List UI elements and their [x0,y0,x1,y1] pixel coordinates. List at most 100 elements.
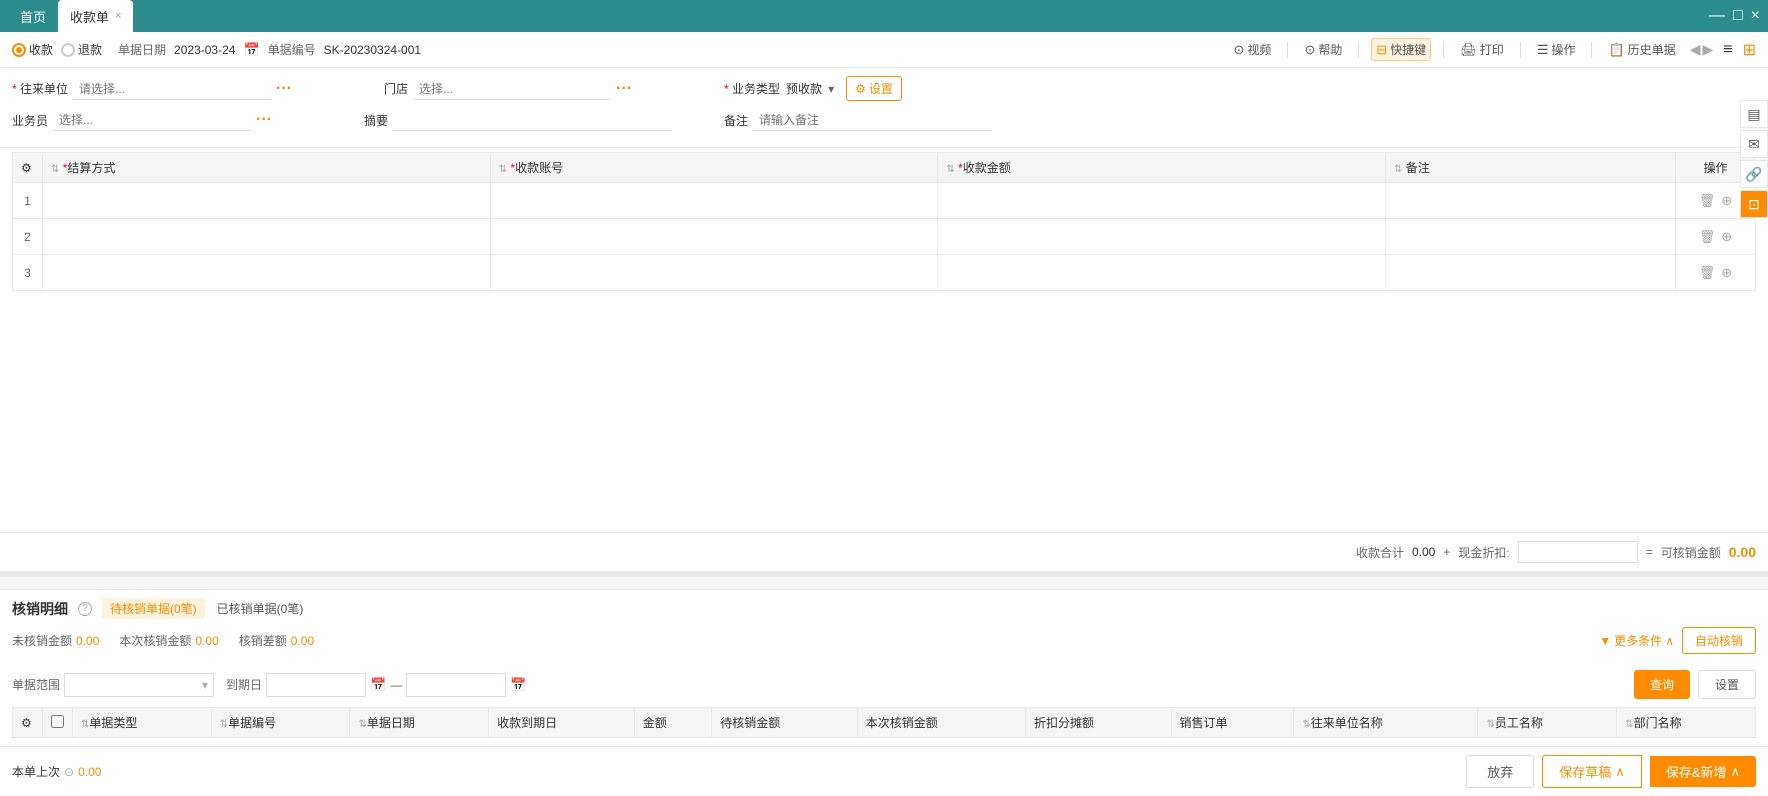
minimize-btn[interactable]: — [1709,7,1725,25]
unverified-stat: 未核销金额 0.00 [12,632,99,649]
salesperson-more-btn[interactable]: ··· [256,111,272,129]
store-more-btn[interactable]: ··· [616,80,632,98]
right-panel-btn-1[interactable]: ▤ [1740,100,1768,128]
delete-row-2-icon[interactable]: 🗑 [1699,229,1716,245]
filter-buttons: 查询 设置 [1634,670,1756,699]
save-draft-btn[interactable]: 保存草稿 ∧ [1542,755,1642,788]
right-panel-btn-4[interactable]: ⊡ [1740,190,1768,218]
due-from-input[interactable]: 2022-04-01 [266,673,366,697]
amount-cell-1[interactable] [938,183,1386,219]
pending-tab[interactable]: 待核销单据(0笔) [102,598,205,619]
table-row: 3 🗑 ⊕ [13,255,1756,291]
partner-field: * 往来单位 ··· [12,78,292,100]
grid-icon[interactable]: ⊞ [1743,40,1756,60]
divider3 [1443,42,1444,58]
partner-input[interactable] [72,78,272,100]
tab-home[interactable]: 首页 [8,0,58,32]
divider5 [1591,42,1592,58]
range-select[interactable] [64,673,214,697]
shortcut-btn[interactable]: ⊟ 快捷键 [1371,38,1431,61]
select-all-checkbox[interactable] [51,715,64,728]
right-panel-btn-3[interactable]: 🔗 [1740,160,1768,188]
doc-date-value: 2023-03-24 [174,43,235,57]
current-writeoff-label: 本次核销金额 [119,632,191,649]
col-amount-header: ⇅ *收款金额 [938,153,1386,183]
partner-more-btn[interactable]: ··· [276,80,292,98]
remarks-input[interactable] [752,109,992,131]
action-btn[interactable]: ☰ 操作 [1533,39,1580,60]
bottom-col-checkbox[interactable] [43,708,73,738]
amount-cell-3[interactable] [938,255,1386,291]
discount-input[interactable] [1518,541,1638,563]
settlement-cell-2[interactable] [43,219,491,255]
print-btn[interactable]: 🖨 打印 [1456,39,1508,60]
total-label: 收款合计 [1356,544,1404,561]
remarks-cell-3[interactable] [1385,255,1675,291]
settlement-cell-1[interactable] [43,183,491,219]
maximize-btn[interactable]: □ [1733,7,1743,25]
delete-row-1-icon[interactable]: 🗑 [1699,193,1716,209]
row-num-2: 2 [13,219,43,255]
due-to-calendar-icon[interactable]: 📅 [510,677,526,693]
salesperson-input[interactable] [52,109,252,131]
auto-writeoff-btn[interactable]: 自动核销 [1682,627,1756,654]
save-draft-arrow: ∧ [1615,764,1625,780]
bottom-col-settings[interactable]: ⚙ [13,708,43,738]
view-menu-icon[interactable]: ≡ [1723,41,1732,59]
writeoff-info-icon[interactable]: ? [78,602,92,616]
col-account-header: ⇅ *收款账号 [490,153,938,183]
right-panel-btn-2[interactable]: ✉ [1740,130,1768,158]
equals-sign: = [1646,545,1653,559]
summary-row: 收款合计 0.00 + 现金折扣: = 可核销金额 0.00 [0,532,1768,571]
nav-prev[interactable]: ◀ [1690,41,1701,58]
writeoff-title: 核销明细 [12,599,68,619]
more-conditions-btn[interactable]: ▼ 更多条件 ∧ [1599,632,1674,649]
col-settings[interactable]: ⚙ [13,153,43,183]
copy-row-2-icon[interactable]: ⊕ [1721,229,1732,245]
nav-next[interactable]: ▶ [1702,41,1713,58]
tab-close-icon[interactable]: × [115,10,121,22]
due-date-field: 到期日 2022-04-01 📅 — 2022-04-12 📅 [226,673,526,697]
tab-current[interactable]: 收款单 × [58,0,133,32]
radio-return[interactable]: 退款 [61,41,102,58]
close-btn[interactable]: × [1751,7,1760,25]
query-btn[interactable]: 查询 [1634,670,1690,699]
summary-input[interactable] [392,109,672,131]
discard-btn[interactable]: 放弃 [1466,755,1534,788]
date-range-dash: — [390,678,402,692]
biz-type-label: * 业务类型 [724,80,780,97]
biz-type-dropdown-icon[interactable]: ▾ [828,82,834,96]
bottom-col-doc-type: ⇅单据类型 [73,708,212,738]
info-icon-footer[interactable]: ⊙ [64,765,74,779]
remarks-field: 备注 [724,109,992,131]
writeoff-settings-btn[interactable]: 设置 [1698,670,1756,699]
help-btn[interactable]: ⊙ 帮助 [1300,39,1346,60]
copy-row-1-icon[interactable]: ⊕ [1721,193,1732,209]
writeoff-section: 核销明细 ? 待核销单据(0笔) 已核销单据(0笔) 未核销金额 0.00 本次… [0,590,1768,746]
net-label: 可核销金额 [1661,544,1721,561]
done-tab[interactable]: 已核销单据(0笔) [209,598,312,619]
delete-row-3-icon[interactable]: 🗑 [1699,265,1716,281]
account-cell-1[interactable] [490,183,938,219]
settings-button[interactable]: ⚙ 设置 [846,76,902,101]
account-cell-3[interactable] [490,255,938,291]
due-from-calendar-icon[interactable]: 📅 [370,677,386,693]
calendar-icon[interactable]: 📅 [243,42,259,58]
summary-field: 摘要 [364,109,672,131]
amount-cell-2[interactable] [938,219,1386,255]
remarks-cell-2[interactable] [1385,219,1675,255]
account-cell-2[interactable] [490,219,938,255]
copy-row-3-icon[interactable]: ⊕ [1721,265,1732,281]
diff-stat: 核销差额 0.00 [239,632,314,649]
doc-no-value: SK-20230324-001 [324,43,421,57]
history-btn[interactable]: 📋 历史单据 [1604,39,1679,60]
due-to-input[interactable]: 2022-04-12 [406,673,506,697]
remarks-cell-1[interactable] [1385,183,1675,219]
video-btn[interactable]: ⊙ 视频 [1230,39,1276,60]
history-icon: 📋 [1608,42,1624,58]
radio-receipt[interactable]: 收款 [12,41,53,58]
settlement-cell-3[interactable] [43,255,491,291]
save-new-btn[interactable]: 保存&新增 ∧ [1650,756,1756,787]
doc-no-label: 单据编号 [268,41,316,58]
store-input[interactable] [412,78,612,100]
